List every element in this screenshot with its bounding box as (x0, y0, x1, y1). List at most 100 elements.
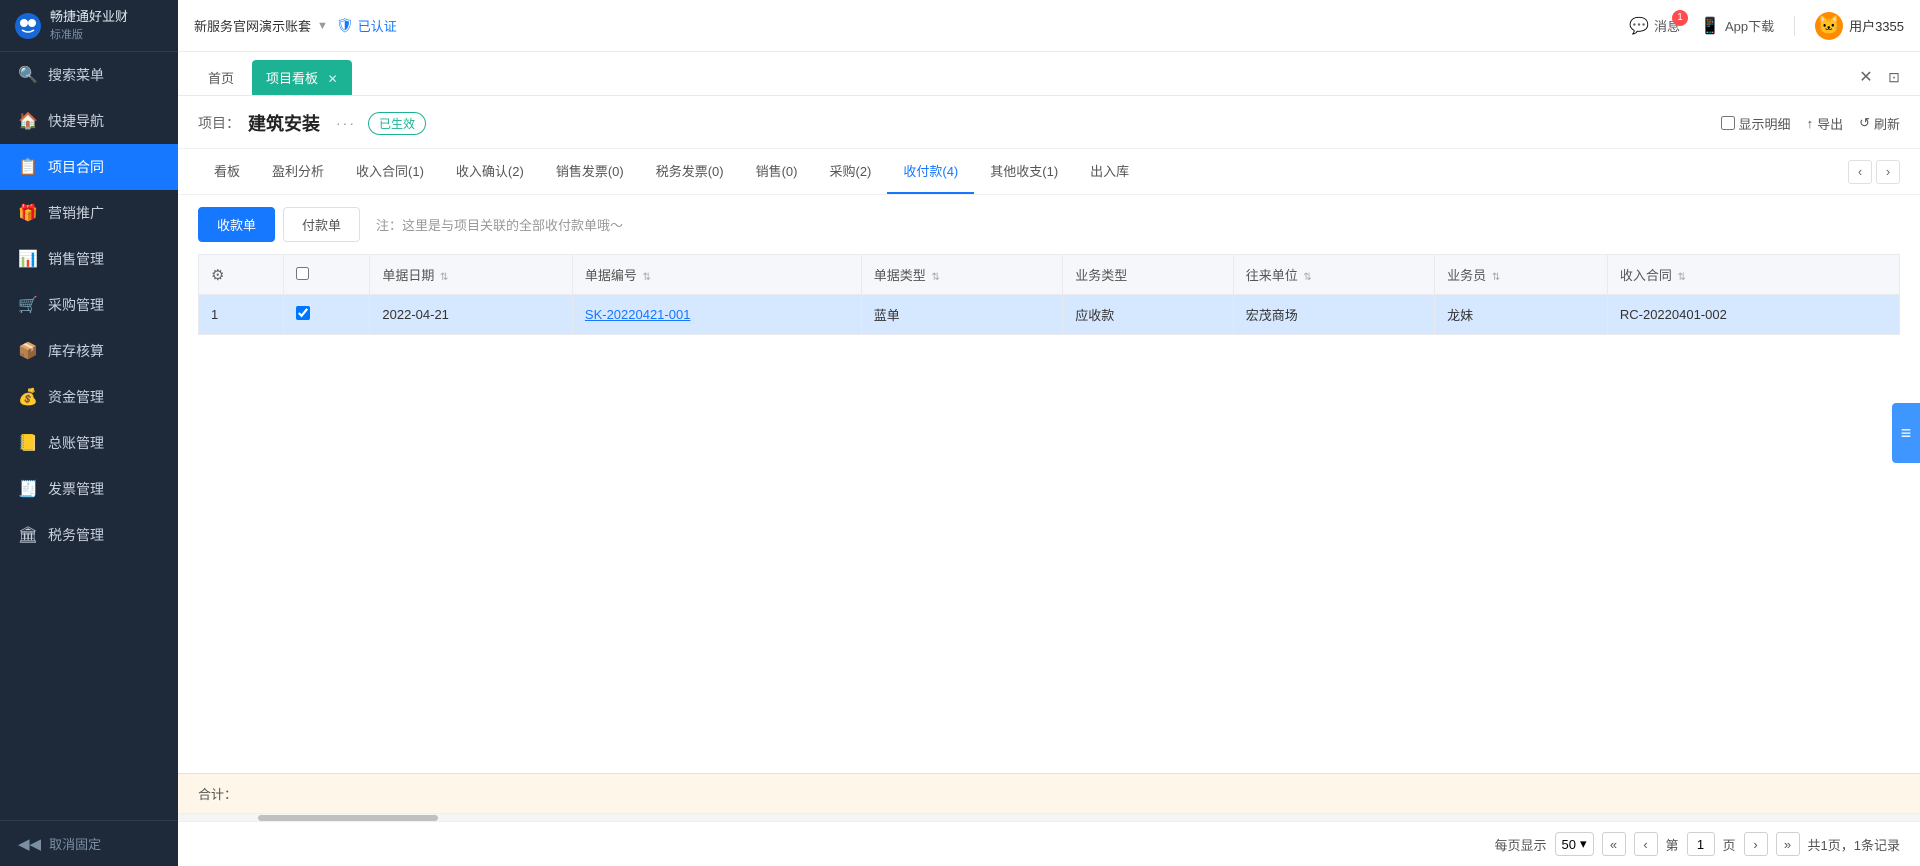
receipt-link[interactable]: SK-20220421-001 (585, 307, 691, 322)
sidebar-item-fund[interactable]: 💰 资金管理 (0, 374, 178, 420)
row-checkbox[interactable] (296, 306, 310, 320)
refresh-label: 刷新 (1874, 114, 1900, 133)
col-partner[interactable]: 往来单位 ⇅ (1233, 255, 1434, 295)
subtab-income-contract[interactable]: 收入合同(1) (340, 149, 440, 194)
tab-home[interactable]: 首页 (194, 60, 248, 95)
sidebar-item-label: 资金管理 (48, 387, 104, 407)
sidebar-item-nav[interactable]: 🏠 快捷导航 (0, 98, 178, 144)
subtabs-prev-btn[interactable]: ‹ (1848, 160, 1872, 184)
app-version: 标准版 (50, 26, 128, 42)
avatar: 🐱 (1815, 12, 1843, 40)
cell-index: 1 (199, 295, 284, 335)
table-wrapper: ⚙ 单据日期 ⇅ 单据编号 ⇅ (178, 242, 1920, 773)
subtab-profit[interactable]: 盈利分析 (256, 149, 340, 194)
sidebar-item-tax[interactable]: 🏛 税务管理 (0, 512, 178, 558)
side-panel-btn[interactable]: ≡ (1892, 403, 1920, 463)
col-date[interactable]: 单据日期 ⇅ (370, 255, 573, 295)
col-checkbox (284, 255, 370, 295)
select-all-checkbox[interactable] (296, 267, 309, 280)
subtab-income-confirm[interactable]: 收入确认(2) (440, 149, 540, 194)
subtab-receipts[interactable]: 收付款(4) (887, 149, 974, 194)
last-page-icon: » (1784, 837, 1791, 852)
project-title: 项目： 建筑安装 (198, 110, 320, 136)
subtab-in-out[interactable]: 出入库 (1074, 149, 1145, 194)
pagination: 每页显示 50 ▾ « ‹ 第 1 页 › » 共1页，1条记录 (178, 821, 1920, 866)
subtab-sales-invoice-label: 销售发票(0) (556, 164, 624, 179)
user-menu[interactable]: 🐱 用户3355 (1815, 12, 1904, 40)
col-type-label: 单据类型 (874, 268, 926, 283)
sidebar-item-marketing[interactable]: 🎁 营销推广 (0, 190, 178, 236)
sidebar-item-project[interactable]: 📋 项目合同 (0, 144, 178, 190)
inner-tab-payment[interactable]: 付款单 (283, 207, 360, 242)
tabbar: 首页 项目看板 ✕ ✕ ⊡ (178, 52, 1920, 96)
col-biz-type-label: 业务类型 (1075, 268, 1127, 283)
subtab-sales[interactable]: 销售(0) (740, 149, 814, 194)
sidebar-item-label: 采购管理 (48, 295, 104, 315)
sidebar-item-ledger[interactable]: 📒 总账管理 (0, 420, 178, 466)
subtab-kanban[interactable]: 看板 (198, 149, 256, 194)
tabbar-right: ✕ ⊡ (1856, 67, 1904, 95)
col-settings[interactable]: ⚙ (199, 255, 284, 295)
inner-tab-receipt[interactable]: 收款单 (198, 207, 275, 242)
first-page-btn[interactable]: « (1602, 832, 1626, 856)
col-date-label: 单据日期 (382, 268, 434, 283)
app-download-btn[interactable]: 📱 App下载 (1700, 16, 1774, 36)
sidebar-item-search[interactable]: 🔍 搜索菜单 (0, 52, 178, 98)
col-number[interactable]: 单据编号 ⇅ (572, 255, 861, 295)
invoice-icon: 🧾 (18, 479, 38, 499)
subtab-purchase[interactable]: 采购(2) (813, 149, 887, 194)
col-staff[interactable]: 业务员 ⇅ (1435, 255, 1608, 295)
sidebar-item-label: 快捷导航 (48, 111, 104, 131)
settings-icon[interactable]: ⚙ (211, 267, 224, 284)
subtabs-next-btn[interactable]: › (1876, 160, 1900, 184)
sidebar-unpin[interactable]: ◀◀ 取消固定 (0, 820, 178, 866)
sidebar-footer-label: 取消固定 (49, 834, 101, 853)
subtab-tax-invoice-label: 税务发票(0) (656, 164, 724, 179)
cell-partner: 宏茂商场 (1233, 295, 1434, 335)
topbar-right: 💬 消息 1 📱 App下载 🐱 用户3355 (1629, 12, 1904, 40)
scrollbar-thumb[interactable] (258, 815, 438, 821)
tab-project-board[interactable]: 项目看板 ✕ (252, 60, 352, 95)
per-page-select[interactable]: 50 ▾ (1555, 832, 1594, 856)
col-type[interactable]: 单据类型 ⇅ (861, 255, 1062, 295)
next-page-btn[interactable]: › (1744, 832, 1768, 856)
project-more-btn[interactable]: ··· (336, 115, 356, 131)
inventory-icon: 📦 (18, 341, 38, 361)
show-detail-btn[interactable]: 显示明细 (1721, 114, 1791, 133)
tab-close-icon[interactable]: ✕ (328, 72, 338, 86)
window-close-btn[interactable]: ✕ (1856, 67, 1876, 87)
sidebar-item-label: 库存核算 (48, 341, 104, 361)
subtab-tax-invoice[interactable]: 税务发票(0) (640, 149, 740, 194)
divider (1794, 16, 1795, 36)
window-expand-btn[interactable]: ⊡ (1884, 67, 1904, 87)
home-icon: 🏠 (18, 111, 38, 131)
certified-label: 已认证 (358, 16, 397, 35)
sidebar-item-sales[interactable]: 📊 销售管理 (0, 236, 178, 282)
inner-tab-payment-label: 付款单 (302, 218, 341, 233)
sidebar-item-label: 项目合同 (48, 157, 104, 177)
cell-number[interactable]: SK-20220421-001 (572, 295, 861, 335)
first-page-icon: « (1610, 837, 1617, 852)
sort-contract-icon: ⇅ (1678, 272, 1686, 283)
show-detail-checkbox[interactable] (1721, 116, 1735, 130)
last-page-btn[interactable]: » (1776, 832, 1800, 856)
export-btn[interactable]: ↑ 导出 (1807, 114, 1844, 133)
prev-page-btn[interactable]: ‹ (1634, 832, 1658, 856)
sidebar-item-purchase[interactable]: 🛒 采购管理 (0, 282, 178, 328)
message-btn[interactable]: 💬 消息 1 (1629, 16, 1680, 36)
subtab-other-expense[interactable]: 其他收支(1) (974, 149, 1074, 194)
main-area: 新服务官网演示账套 ▼ 🛡 已认证 💬 消息 1 📱 App下载 🐱 用户335… (178, 0, 1920, 866)
refresh-btn[interactable]: ↺ 刷新 (1859, 114, 1900, 133)
sidebar-item-invoice[interactable]: 🧾 发票管理 (0, 466, 178, 512)
app-name: 畅捷通好业财 (50, 9, 128, 26)
sidebar-item-label: 营销推广 (48, 203, 104, 223)
subtab-sales-invoice[interactable]: 销售发票(0) (540, 149, 640, 194)
col-income-contract[interactable]: 收入合同 ⇅ (1607, 255, 1899, 295)
account-selector[interactable]: 新服务官网演示账套 ▼ (194, 16, 328, 35)
show-detail-label: 显示明细 (1739, 114, 1791, 133)
unpin-icon: ◀◀ (18, 835, 41, 853)
horizontal-scrollbar[interactable] (178, 813, 1920, 821)
table-row[interactable]: 1 2022-04-21 SK-20220421-001 蓝单 应收款 宏茂商场… (199, 295, 1900, 335)
sidebar-item-inventory[interactable]: 📦 库存核算 (0, 328, 178, 374)
sales-icon: 📊 (18, 249, 38, 269)
